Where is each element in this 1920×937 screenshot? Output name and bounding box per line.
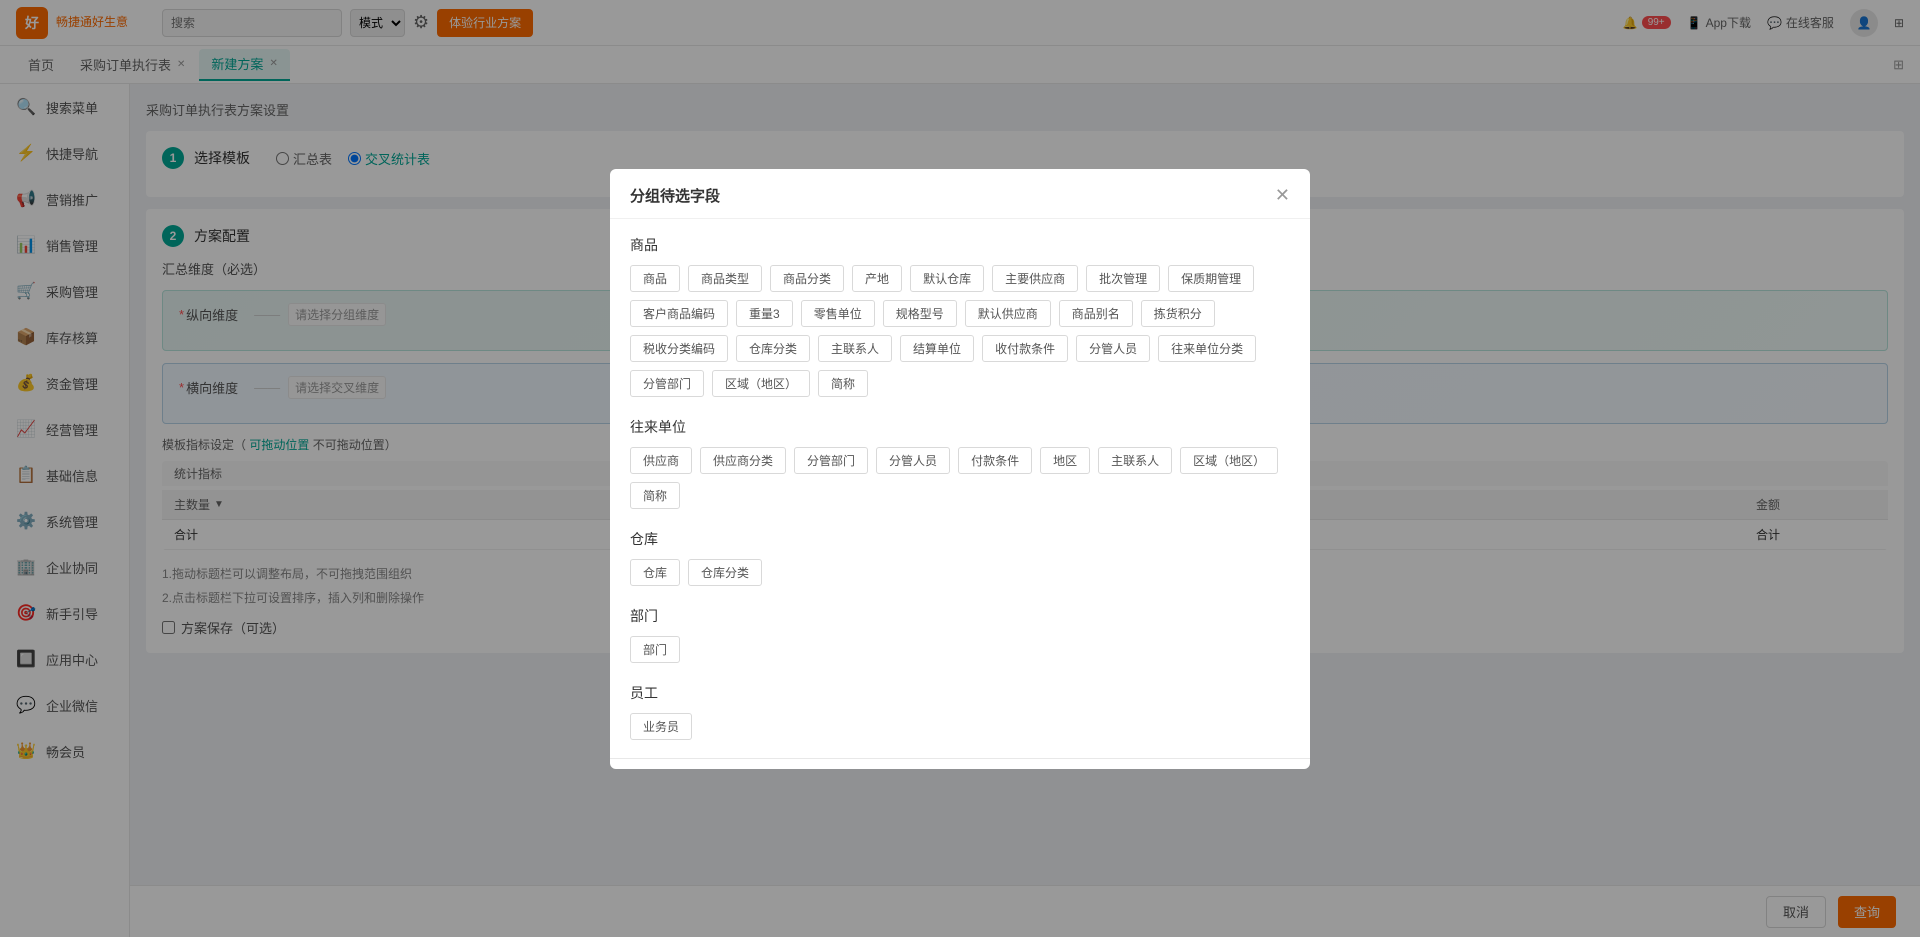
field-chip-0-23[interactable]: 区域（地区） bbox=[712, 370, 810, 397]
field-chip-1-1[interactable]: 供应商分类 bbox=[700, 447, 786, 474]
field-chip-1-2[interactable]: 分管部门 bbox=[794, 447, 868, 474]
field-chip-0-4[interactable]: 默认仓库 bbox=[910, 265, 984, 292]
field-chip-0-7[interactable]: 保质期管理 bbox=[1168, 265, 1254, 292]
modal-body: 商品商品商品类型商品分类产地默认仓库主要供应商批次管理保质期管理客户商品编码重量… bbox=[610, 219, 1310, 759]
field-chip-0-15[interactable]: 税收分类编码 bbox=[630, 335, 728, 362]
field-chip-0-24[interactable]: 简称 bbox=[818, 370, 868, 397]
field-chip-1-0[interactable]: 供应商 bbox=[630, 447, 692, 474]
field-chips-2: 仓库仓库分类 bbox=[630, 559, 1290, 586]
field-chip-2-1[interactable]: 仓库分类 bbox=[688, 559, 762, 586]
field-chip-0-12[interactable]: 默认供应商 bbox=[965, 300, 1051, 327]
field-chip-0-8[interactable]: 客户商品编码 bbox=[630, 300, 728, 327]
modal-close-btn[interactable]: ✕ bbox=[1275, 185, 1290, 206]
field-chip-0-9[interactable]: 重量3 bbox=[736, 300, 793, 327]
modal-overlay: 分组待选字段 ✕ 商品商品商品类型商品分类产地默认仓库主要供应商批次管理保质期管… bbox=[0, 0, 1920, 937]
field-chip-0-16[interactable]: 仓库分类 bbox=[736, 335, 810, 362]
field-chip-1-5[interactable]: 地区 bbox=[1040, 447, 1090, 474]
field-chip-0-5[interactable]: 主要供应商 bbox=[992, 265, 1078, 292]
section-label-1: 往来单位 bbox=[630, 417, 1290, 437]
field-chips-1: 供应商供应商分类分管部门分管人员付款条件地区主联系人区域（地区） 简称 bbox=[630, 447, 1290, 509]
field-chip-1-6[interactable]: 主联系人 bbox=[1098, 447, 1172, 474]
field-select-modal: 分组待选字段 ✕ 商品商品商品类型商品分类产地默认仓库主要供应商批次管理保质期管… bbox=[610, 169, 1310, 769]
modal-title: 分组待选字段 bbox=[630, 185, 720, 206]
field-chip-0-2[interactable]: 商品分类 bbox=[770, 265, 844, 292]
field-chip-0-11[interactable]: 规格型号 bbox=[883, 300, 957, 327]
field-chip-1-8[interactable]: 简称 bbox=[630, 482, 680, 509]
field-chip-1-4[interactable]: 付款条件 bbox=[958, 447, 1032, 474]
field-chip-0-20[interactable]: 分管人员 bbox=[1076, 335, 1150, 362]
field-chip-1-3[interactable]: 分管人员 bbox=[876, 447, 950, 474]
section-label-3: 部门 bbox=[630, 606, 1290, 626]
field-chip-0-18[interactable]: 结算单位 bbox=[900, 335, 974, 362]
field-chip-0-22[interactable]: 分管部门 bbox=[630, 370, 704, 397]
field-chip-0-17[interactable]: 主联系人 bbox=[818, 335, 892, 362]
field-chip-0-0[interactable]: 商品 bbox=[630, 265, 680, 292]
field-chips-0: 商品商品类型商品分类产地默认仓库主要供应商批次管理保质期管理客户商品编码重量3 零… bbox=[630, 265, 1290, 397]
modal-horizontal-scrollbar[interactable] bbox=[610, 758, 1310, 768]
modal-section-1: 往来单位供应商供应商分类分管部门分管人员付款条件地区主联系人区域（地区） 简称 bbox=[630, 417, 1290, 509]
field-chip-0-13[interactable]: 商品别名 bbox=[1059, 300, 1133, 327]
field-chip-0-19[interactable]: 收付款条件 bbox=[982, 335, 1068, 362]
field-chip-2-0[interactable]: 仓库 bbox=[630, 559, 680, 586]
modal-header: 分组待选字段 ✕ bbox=[610, 169, 1310, 219]
modal-section-3: 部门部门 bbox=[630, 606, 1290, 663]
field-chip-0-6[interactable]: 批次管理 bbox=[1086, 265, 1160, 292]
field-chips-3: 部门 bbox=[630, 636, 1290, 663]
section-label-4: 员工 bbox=[630, 683, 1290, 703]
field-chip-0-1[interactable]: 商品类型 bbox=[688, 265, 762, 292]
section-label-2: 仓库 bbox=[630, 529, 1290, 549]
field-chip-1-7[interactable]: 区域（地区） bbox=[1180, 447, 1278, 474]
field-chip-3-0[interactable]: 部门 bbox=[630, 636, 680, 663]
field-chip-0-14[interactable]: 拣货积分 bbox=[1141, 300, 1215, 327]
modal-section-2: 仓库仓库仓库分类 bbox=[630, 529, 1290, 586]
field-chip-4-0[interactable]: 业务员 bbox=[630, 713, 692, 740]
field-chip-0-3[interactable]: 产地 bbox=[852, 265, 902, 292]
modal-section-4: 员工业务员 bbox=[630, 683, 1290, 740]
field-chip-0-21[interactable]: 往来单位分类 bbox=[1158, 335, 1256, 362]
field-chips-4: 业务员 bbox=[630, 713, 1290, 740]
field-chip-0-10[interactable]: 零售单位 bbox=[801, 300, 875, 327]
section-label-0: 商品 bbox=[630, 235, 1290, 255]
modal-section-0: 商品商品商品类型商品分类产地默认仓库主要供应商批次管理保质期管理客户商品编码重量… bbox=[630, 235, 1290, 397]
